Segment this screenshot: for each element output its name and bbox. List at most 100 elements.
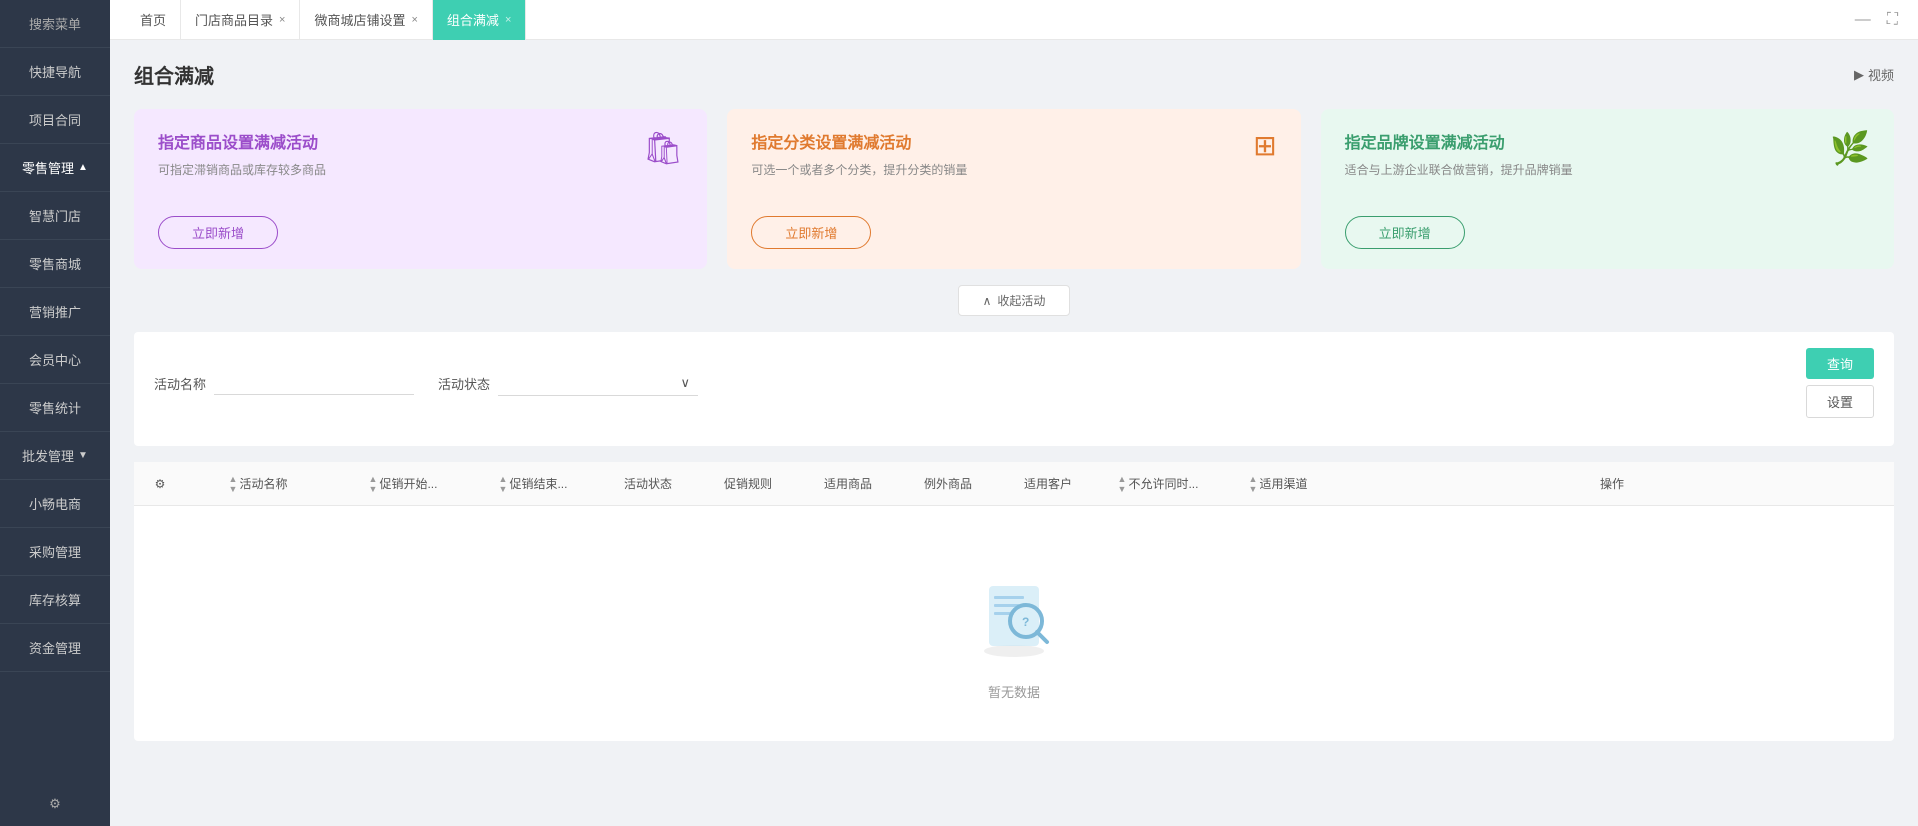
- sidebar-item-project-contract[interactable]: 项目合同: [0, 96, 110, 144]
- goods-icon: 🛍: [643, 129, 684, 167]
- video-label: 视频: [1868, 65, 1894, 84]
- settings-button[interactable]: 设置: [1806, 385, 1874, 418]
- th-goods: 适用商品: [798, 475, 898, 492]
- sidebar-item-wholesale-mgmt[interactable]: 批发管理 ▼: [0, 432, 110, 480]
- th-end[interactable]: ▲▼ 促销结束...: [468, 474, 598, 494]
- empty-illustration: ?: [964, 566, 1064, 666]
- tab-label: 首页: [140, 10, 166, 29]
- filter-name-label: 活动名称: [154, 374, 206, 393]
- th-except: 例外商品: [898, 475, 998, 492]
- query-button[interactable]: 查询: [1806, 348, 1874, 379]
- sidebar-item-member-center[interactable]: 会员中心: [0, 336, 110, 384]
- filter-status-label: 活动状态: [438, 374, 490, 393]
- empty-text: 暂无数据: [988, 682, 1040, 701]
- sidebar-item-retail-mgmt[interactable]: 零售管理 ▲: [0, 144, 110, 192]
- collapse-label: 收起活动: [997, 292, 1045, 309]
- filter-row: 活动名称 活动状态 ∨ 查询 设置: [154, 348, 1874, 418]
- tab-store-catalog[interactable]: 门店商品目录 ×: [181, 0, 300, 40]
- minimize-button[interactable]: —: [1851, 11, 1875, 29]
- filter-name-input[interactable]: [214, 371, 414, 395]
- sidebar-item-label: 零售管理: [22, 158, 74, 177]
- th-settings[interactable]: ⚙: [142, 477, 178, 491]
- th-action: 操作: [1338, 475, 1886, 492]
- card-desc: 可选一个或者多个分类，提升分类的销量: [751, 161, 1276, 180]
- sidebar-item-retail-mall[interactable]: 零售商城: [0, 240, 110, 288]
- sidebar-item-label: 批发管理: [22, 446, 74, 465]
- th-notallow[interactable]: ▲▼ 不允许同时...: [1098, 474, 1218, 494]
- filter-section: 活动名称 活动状态 ∨ 查询 设置: [134, 332, 1894, 446]
- expand-button[interactable]: ⛶: [1883, 11, 1902, 29]
- brand-icon: 🌿: [1830, 129, 1870, 167]
- th-label: 活动名称: [239, 475, 287, 492]
- close-icon[interactable]: ×: [411, 14, 417, 26]
- settings-icon: ⚙: [155, 477, 166, 491]
- page-header: 组合满减 ▶ 视频: [134, 60, 1894, 89]
- filter-actions: 查询 设置: [1806, 348, 1874, 418]
- th-customer: 适用客户: [998, 475, 1098, 492]
- sort-arrows: ▲▼: [369, 474, 378, 494]
- filter-status-select[interactable]: ∨: [498, 371, 698, 396]
- sidebar-item-fund-mgmt[interactable]: 资金管理: [0, 624, 110, 672]
- sort-arrows: ▲▼: [499, 474, 508, 494]
- sidebar-item-inventory[interactable]: 库存核算: [0, 576, 110, 624]
- card-desc: 可指定滞销商品或库存较多商品: [158, 161, 683, 180]
- card-title: 指定商品设置满减活动: [158, 129, 683, 153]
- filter-name: 活动名称: [154, 371, 414, 395]
- filter-status: 活动状态 ∨: [438, 371, 698, 396]
- sidebar-item-retail-stats[interactable]: 零售统计: [0, 384, 110, 432]
- content-area: 组合满减 ▶ 视频 🛍 指定商品设置满减活动 可指定滞销商品或库存较多商品 立即…: [110, 40, 1918, 826]
- sort-arrows: ▲▼: [1249, 474, 1258, 494]
- chevron-down-icon: ∨: [681, 375, 691, 391]
- th-start[interactable]: ▲▼ 促销开始...: [338, 474, 468, 494]
- th-label: 促销结束...: [509, 475, 567, 492]
- svg-text:?: ?: [1022, 615, 1029, 629]
- promo-card-goods: 🛍 指定商品设置满减活动 可指定滞销商品或库存较多商品 立即新增: [134, 109, 707, 269]
- play-icon: ▶: [1854, 67, 1864, 83]
- promo-cards: 🛍 指定商品设置满减活动 可指定滞销商品或库存较多商品 立即新增 ⊞ 指定分类设…: [134, 109, 1894, 269]
- close-icon[interactable]: ×: [505, 14, 511, 26]
- card-add-button[interactable]: 立即新增: [1345, 216, 1465, 249]
- category-icon: ⊞: [1253, 129, 1276, 162]
- chevron-down-icon: ▼: [78, 450, 88, 461]
- tab-label: 微商城店铺设置: [314, 10, 405, 29]
- th-rule: 促销规则: [698, 475, 798, 492]
- card-desc: 适合与上游企业联合做营销，提升品牌销量: [1345, 161, 1870, 180]
- card-title: 指定品牌设置满减活动: [1345, 129, 1870, 153]
- card-title: 指定分类设置满减活动: [751, 129, 1276, 153]
- tab-label: 门店商品目录: [195, 10, 273, 29]
- main-area: 首页 门店商品目录 × 微商城店铺设置 × 组合满减 × — ⛶ 组合满减 ▶ …: [110, 0, 1918, 826]
- sort-arrows: ▲▼: [229, 474, 238, 494]
- tab-bar: 首页 门店商品目录 × 微商城店铺设置 × 组合满减 × — ⛶: [110, 0, 1918, 40]
- tab-wechat-store[interactable]: 微商城店铺设置 ×: [300, 0, 432, 40]
- sidebar-item-xiaochang[interactable]: 小畅电商: [0, 480, 110, 528]
- card-add-button[interactable]: 立即新增: [158, 216, 278, 249]
- chevron-up-icon: ▲: [78, 162, 88, 173]
- th-channel[interactable]: ▲▼ 适用渠道: [1218, 474, 1338, 494]
- sidebar-item-marketing[interactable]: 营销推广: [0, 288, 110, 336]
- promo-card-brand: 🌿 指定品牌设置满减活动 适合与上游企业联合做营销，提升品牌销量 立即新增: [1321, 109, 1894, 269]
- tab-bar-actions: — ⛶: [1851, 11, 1902, 29]
- table-header: ⚙ ▲▼ 活动名称 ▲▼ 促销开始... ▲▼ 促销结束... 活动状态 促销规…: [134, 462, 1894, 506]
- data-table: ⚙ ▲▼ 活动名称 ▲▼ 促销开始... ▲▼ 促销结束... 活动状态 促销规…: [134, 462, 1894, 741]
- settings-icon-bottom[interactable]: ⚙: [0, 782, 110, 826]
- sidebar-item-purchase-mgmt[interactable]: 采购管理: [0, 528, 110, 576]
- chevron-up-icon: ∧: [983, 294, 992, 308]
- collapse-button[interactable]: ∧ 收起活动: [958, 285, 1071, 316]
- sidebar-item-smart-store[interactable]: 智慧门店: [0, 192, 110, 240]
- close-icon[interactable]: ×: [279, 14, 285, 26]
- empty-state: ? 暂无数据: [134, 506, 1894, 741]
- tab-label: 组合满减: [447, 10, 499, 29]
- th-label: 适用渠道: [1259, 475, 1307, 492]
- video-link[interactable]: ▶ 视频: [1854, 65, 1894, 84]
- tab-combo-discount[interactable]: 组合满减 ×: [433, 0, 526, 40]
- th-name[interactable]: ▲▼ 活动名称: [178, 474, 338, 494]
- th-status: 活动状态: [598, 475, 698, 492]
- sort-arrows: ▲▼: [1118, 474, 1127, 494]
- sidebar-item-quick-nav[interactable]: 快捷导航: [0, 48, 110, 96]
- tab-home[interactable]: 首页: [126, 0, 181, 40]
- card-add-button[interactable]: 立即新增: [751, 216, 871, 249]
- collapse-bar: ∧ 收起活动: [134, 285, 1894, 316]
- promo-card-category: ⊞ 指定分类设置满减活动 可选一个或者多个分类，提升分类的销量 立即新增: [727, 109, 1300, 269]
- sidebar-search[interactable]: 搜索菜单: [0, 0, 110, 48]
- sidebar: 搜索菜单 快捷导航 项目合同 零售管理 ▲ 智慧门店 零售商城 营销推广 会员中…: [0, 0, 110, 826]
